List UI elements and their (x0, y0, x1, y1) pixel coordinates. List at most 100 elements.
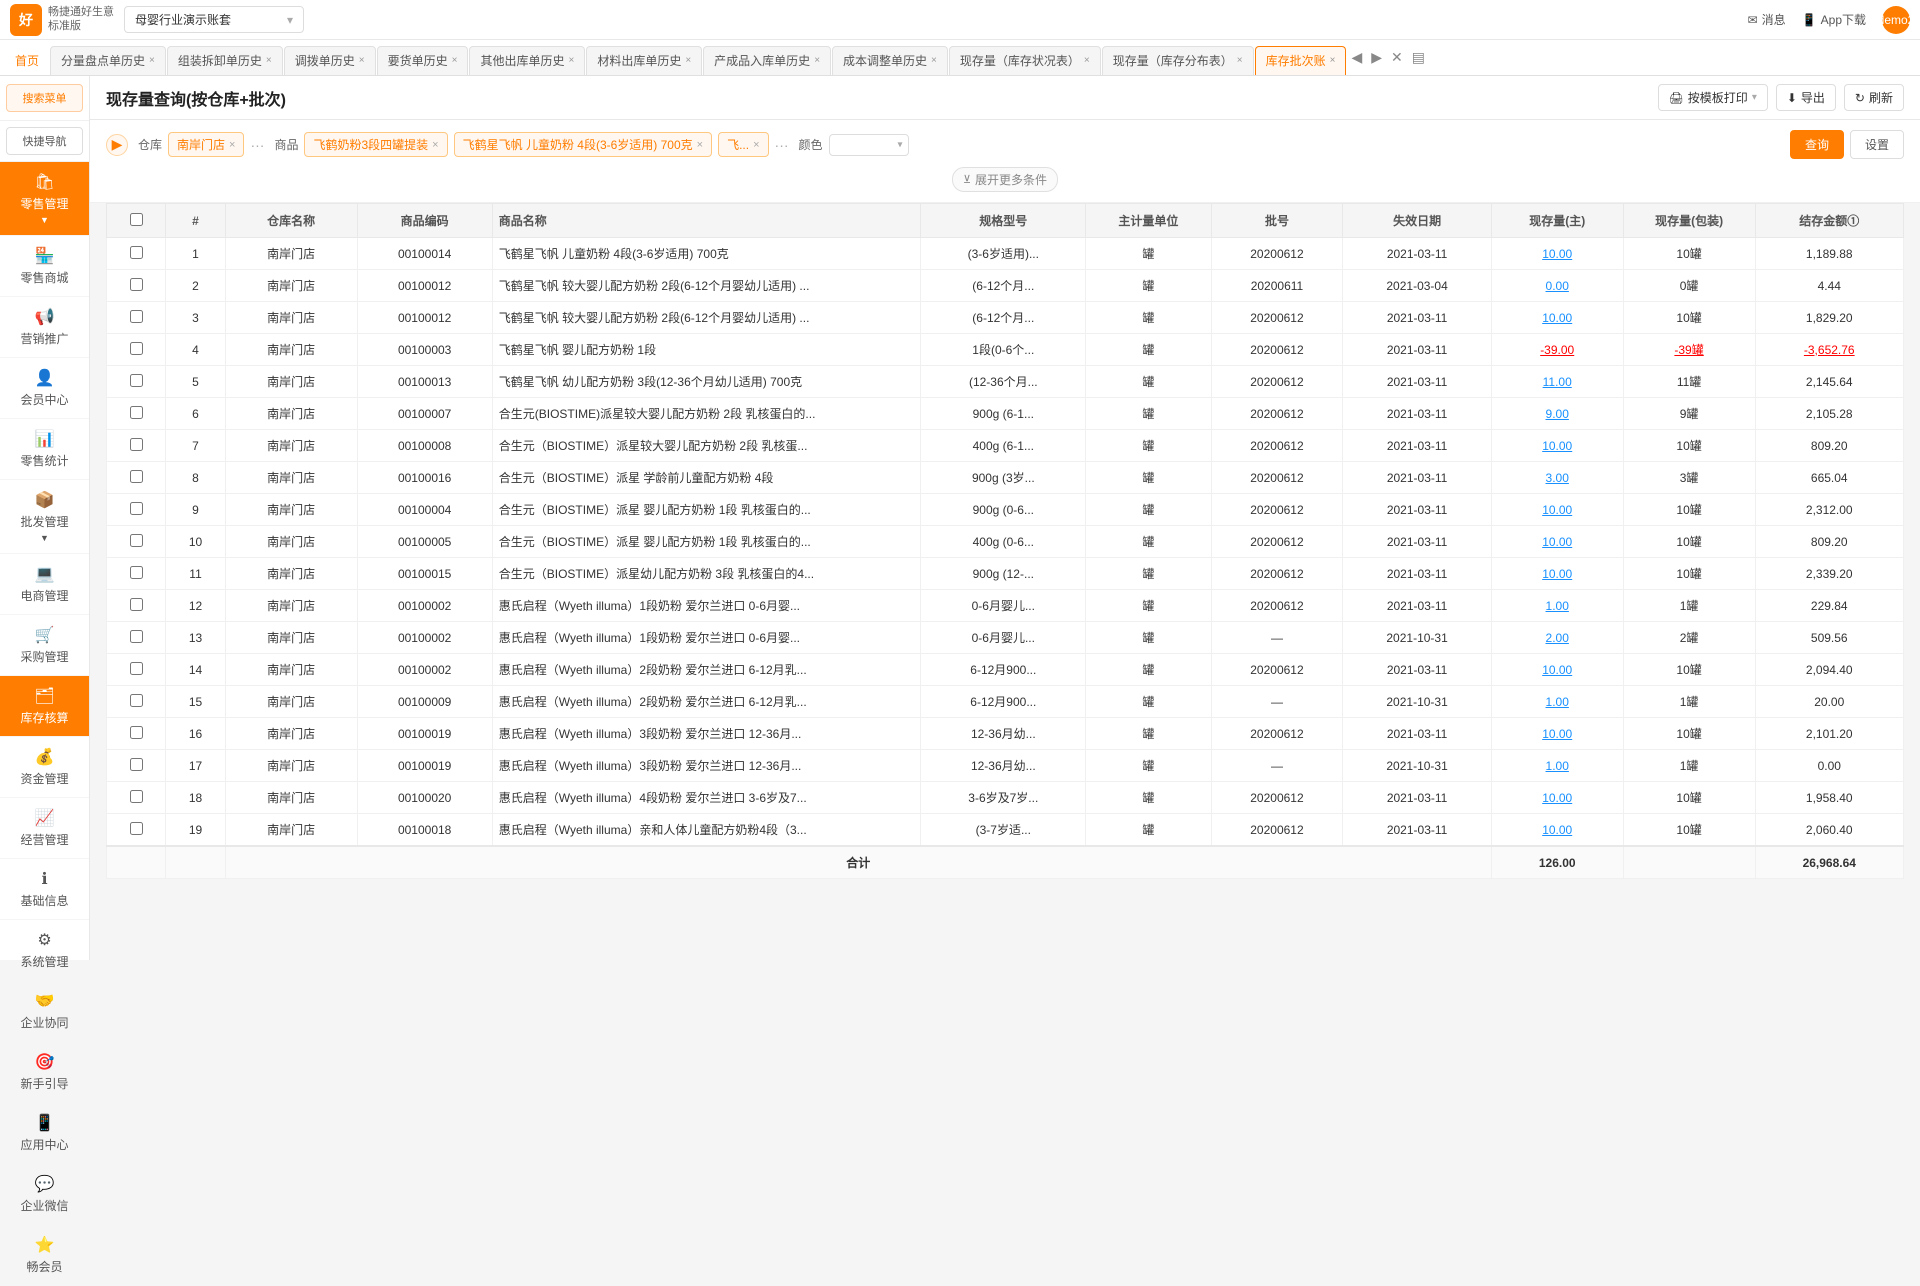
row-checkbox[interactable] (107, 622, 166, 654)
close-icon[interactable]: × (1084, 55, 1090, 66)
template-print-btn[interactable]: 🖨 按模板打印 ▾ (1658, 84, 1768, 111)
row-checkbox[interactable] (107, 494, 166, 526)
row-stock-main[interactable]: 10.00 (1491, 302, 1623, 334)
sidebar-item-vip[interactable]: ⭐ 畅会员 (0, 1225, 89, 1286)
close-icon[interactable]: × (931, 55, 937, 66)
app-download-btn[interactable]: 📱 App下载 (1802, 11, 1866, 28)
product-tag3[interactable]: 飞... × (718, 132, 768, 157)
warehouse-more[interactable]: ··· (250, 137, 264, 153)
row-stock-main[interactable]: 11.00 (1491, 366, 1623, 398)
warehouse-tag[interactable]: 南岸门店 × (168, 132, 244, 157)
row-checkbox[interactable] (107, 814, 166, 847)
sidebar-item-business[interactable]: 📈 经营管理 (0, 798, 89, 859)
tab-fenliangpandian[interactable]: 分量盘点单历史 × (50, 46, 166, 76)
tab-home[interactable]: 首页 (5, 46, 49, 76)
row-checkbox[interactable] (107, 558, 166, 590)
sidebar-item-marketing[interactable]: 📢 营销推广 (0, 297, 89, 358)
tab-next-btn[interactable]: ▶ (1367, 47, 1386, 68)
quick-nav-btn[interactable]: 快捷导航 (6, 127, 83, 155)
row-stock-main[interactable]: 9.00 (1491, 398, 1623, 430)
org-dropdown[interactable]: 母婴行业演示账套 ▾ (124, 6, 304, 33)
sidebar-item-ecom[interactable]: 💻 电商管理 (0, 554, 89, 615)
row-checkbox[interactable] (107, 686, 166, 718)
row-stock-main[interactable]: 0.00 (1491, 270, 1623, 302)
remove-product-tag3[interactable]: × (753, 139, 759, 151)
row-checkbox[interactable] (107, 334, 166, 366)
close-icon[interactable]: × (1237, 55, 1243, 66)
row-checkbox[interactable] (107, 750, 166, 782)
product-tag1[interactable]: 飞鹤奶粉3段四罐提装 × (304, 132, 447, 157)
row-checkbox[interactable] (107, 590, 166, 622)
tab-qitachuku[interactable]: 其他出库单历史 × (469, 46, 585, 76)
sidebar-item-member[interactable]: 👤 会员中心 (0, 358, 89, 419)
row-stock-main[interactable]: 1.00 (1491, 750, 1623, 782)
row-stock-main[interactable]: 10.00 (1491, 238, 1623, 270)
remove-product-tag2[interactable]: × (697, 139, 703, 151)
row-checkbox[interactable] (107, 526, 166, 558)
sidebar-item-basic[interactable]: ℹ 基础信息 (0, 859, 89, 920)
export-btn[interactable]: ⬇ 导出 (1776, 84, 1836, 111)
tab-close-all-btn[interactable]: ✕ (1387, 47, 1407, 68)
tab-zuzhangchaijian[interactable]: 组装拆卸单历史 × (167, 46, 283, 76)
color-select[interactable] (829, 134, 909, 156)
remove-product-tag1[interactable]: × (432, 139, 438, 151)
close-icon[interactable]: × (452, 55, 458, 66)
row-checkbox[interactable] (107, 238, 166, 270)
expand-filter-btn[interactable]: ▶ (106, 134, 128, 156)
close-icon[interactable]: × (1330, 55, 1336, 66)
close-icon[interactable]: × (814, 55, 820, 66)
tab-cailiaochuku[interactable]: 材料出库单历史 × (586, 46, 702, 76)
row-stock-main[interactable]: 10.00 (1491, 494, 1623, 526)
sidebar-item-collab[interactable]: 🤝 企业协同 (0, 981, 89, 1042)
sidebar-item-apps[interactable]: 📱 应用中心 (0, 1103, 89, 1164)
select-all-checkbox[interactable] (130, 213, 143, 226)
close-icon[interactable]: × (359, 55, 365, 66)
query-button[interactable]: 查询 (1790, 130, 1844, 159)
tab-prev-btn[interactable]: ◀ (1347, 47, 1366, 68)
expand-more-btn[interactable]: ⊻ 展开更多条件 (952, 167, 1058, 192)
sidebar-item-inventory[interactable]: 🗂 库存核算 (0, 676, 89, 737)
tab-kucunpici[interactable]: 库存批次账 × (1255, 46, 1347, 76)
row-stock-main[interactable]: 3.00 (1491, 462, 1623, 494)
tab-diaobodian[interactable]: 调拨单历史 × (284, 46, 376, 76)
row-stock-main[interactable]: 1.00 (1491, 590, 1623, 622)
tab-menu-btn[interactable]: ▤ (1408, 47, 1429, 68)
row-checkbox[interactable] (107, 718, 166, 750)
row-checkbox[interactable] (107, 782, 166, 814)
sidebar-item-purchase[interactable]: 🛒 采购管理 (0, 615, 89, 676)
refresh-btn[interactable]: ↻ 刷新 (1844, 84, 1904, 111)
close-icon[interactable]: × (266, 55, 272, 66)
row-stock-main[interactable]: 10.00 (1491, 558, 1623, 590)
search-menu-btn[interactable]: 搜索菜单 (6, 84, 83, 112)
row-checkbox[interactable] (107, 366, 166, 398)
row-stock-main[interactable]: 10.00 (1491, 430, 1623, 462)
row-checkbox[interactable] (107, 462, 166, 494)
row-stock-main[interactable]: 10.00 (1491, 526, 1623, 558)
avatar[interactable]: demo2 (1882, 6, 1910, 34)
tab-xiancunliang-state[interactable]: 现存量（库存状况表） × (949, 46, 1101, 76)
row-stock-main[interactable]: 1.00 (1491, 686, 1623, 718)
row-checkbox[interactable] (107, 302, 166, 334)
remove-warehouse-tag[interactable]: × (229, 139, 235, 151)
close-icon[interactable]: × (685, 55, 691, 66)
tab-chengbentiaozhen[interactable]: 成本调整单历史 × (832, 46, 948, 76)
row-stock-main[interactable]: 2.00 (1491, 622, 1623, 654)
sidebar-item-mall[interactable]: 🏪 零售商城 (0, 236, 89, 297)
message-btn[interactable]: ✉ 消息 (1748, 11, 1786, 28)
tab-chanpin[interactable]: 产成品入库单历史 × (703, 46, 831, 76)
tab-yaohuo[interactable]: 要货单历史 × (377, 46, 469, 76)
sidebar-item-finance[interactable]: 💰 资金管理 (0, 737, 89, 798)
row-stock-main[interactable]: 10.00 (1491, 654, 1623, 686)
sidebar-item-retail[interactable]: 🛍 零售管理 ▼ (0, 162, 89, 236)
sidebar-item-wholesale[interactable]: 📦 批发管理 ▼ (0, 480, 89, 554)
close-icon[interactable]: × (568, 55, 574, 66)
sidebar-item-stats[interactable]: 📊 零售统计 (0, 419, 89, 480)
row-stock-main[interactable]: 10.00 (1491, 814, 1623, 847)
row-checkbox[interactable] (107, 654, 166, 686)
settings-button[interactable]: 设置 (1850, 130, 1904, 159)
product-tag2[interactable]: 飞鹤星飞帆 儿童奶粉 4段(3-6岁适用) 700克 × (454, 132, 712, 157)
row-checkbox[interactable] (107, 270, 166, 302)
sidebar-item-guide[interactable]: 🎯 新手引导 (0, 1042, 89, 1103)
close-icon[interactable]: × (149, 55, 155, 66)
row-checkbox[interactable] (107, 430, 166, 462)
